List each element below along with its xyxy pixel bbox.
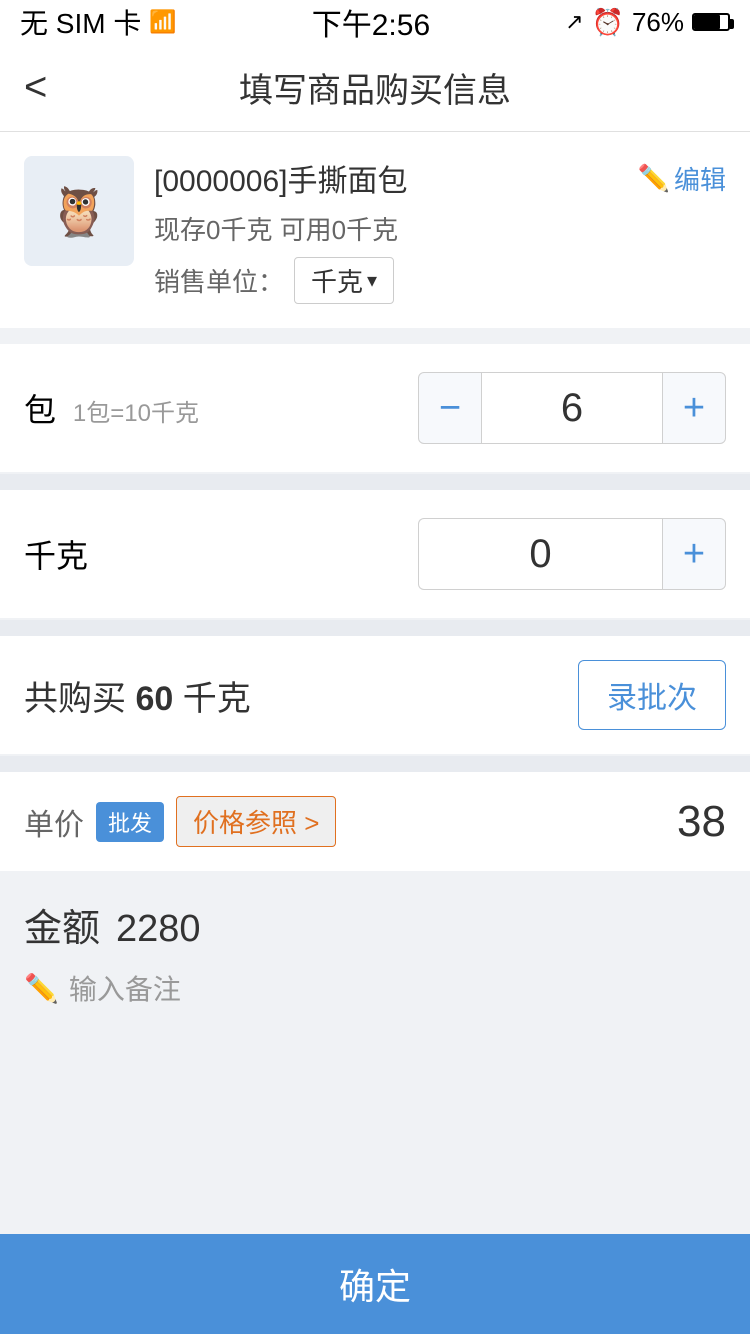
nav-bar: < 填写商品购买信息 bbox=[0, 44, 750, 132]
chevron-down-icon: ▾ bbox=[367, 268, 377, 293]
product-section: 🦉 [0000006]手撕面包 ✏️ 编辑 现存0千克 可用0千克 销售单位： … bbox=[0, 132, 750, 328]
price-label: 单价 bbox=[24, 800, 84, 844]
separator-1 bbox=[0, 474, 750, 490]
status-right: ↗ ⏰ 76% bbox=[565, 7, 730, 38]
product-info: [0000006]手撕面包 ✏️ 编辑 现存0千克 可用0千克 销售单位： 千克… bbox=[154, 156, 726, 304]
bottom-spacer bbox=[0, 1032, 750, 1142]
price-section: 单价 批发 价格参照 > 38 bbox=[0, 772, 750, 871]
total-amount: 60 bbox=[135, 680, 173, 718]
total-text: 共购买 60 千克 bbox=[24, 671, 251, 720]
unit-label: 销售单位： bbox=[154, 262, 284, 299]
alarm-icon: ⏰ bbox=[592, 7, 624, 38]
remark-row[interactable]: ✏️ 输入备注 bbox=[24, 968, 726, 1008]
content: 🦉 [0000006]手撕面包 ✏️ 编辑 现存0千克 可用0千克 销售单位： … bbox=[0, 132, 750, 1142]
amount-label: 金额 bbox=[24, 908, 100, 950]
battery-percent: 76% bbox=[632, 7, 684, 38]
amount-value: 2280 bbox=[116, 908, 201, 950]
price-value: 38 bbox=[677, 797, 726, 847]
status-time: 下午2:56 bbox=[312, 0, 430, 44]
bag-input-section: 包 1包=10千克 − + bbox=[0, 344, 750, 472]
bag-label-row: 包 1包=10千克 bbox=[24, 385, 199, 431]
status-bar: 无 SIM 卡 📶 下午2:56 ↗ ⏰ 76% bbox=[0, 0, 750, 44]
edit-icon: ✏️ bbox=[638, 163, 670, 194]
kg-input-section: 千克 + bbox=[0, 490, 750, 618]
kg-quantity-input[interactable] bbox=[418, 518, 662, 590]
edit-button[interactable]: ✏️ 编辑 bbox=[638, 160, 726, 197]
kg-label: 千克 bbox=[24, 531, 88, 577]
unit-select[interactable]: 千克 ▾ bbox=[294, 257, 394, 304]
location-icon: ↗ bbox=[565, 9, 583, 35]
wifi-icon: 📶 bbox=[149, 9, 176, 35]
total-section: 共购买 60 千克 录批次 bbox=[0, 636, 750, 754]
bag-label: 包 bbox=[24, 392, 56, 428]
bag-quantity-input[interactable] bbox=[482, 372, 662, 444]
product-logo-icon: 🦉 bbox=[49, 183, 109, 240]
bag-plus-button[interactable]: + bbox=[662, 372, 726, 444]
total-unit: 千克 bbox=[183, 680, 251, 718]
price-tag: 批发 bbox=[96, 802, 164, 842]
unit-value: 千克 bbox=[311, 262, 363, 299]
bag-sublabel: 1包=10千克 bbox=[73, 400, 199, 427]
remark-label: 输入备注 bbox=[69, 968, 181, 1008]
pencil-icon: ✏️ bbox=[24, 972, 59, 1005]
edit-label: 编辑 bbox=[674, 160, 726, 197]
page-title: 填写商品购买信息 bbox=[239, 63, 511, 112]
product-name-row: [0000006]手撕面包 ✏️ 编辑 bbox=[154, 156, 726, 200]
record-batch-button[interactable]: 录批次 bbox=[578, 660, 726, 730]
product-code-name: [0000006]手撕面包 bbox=[154, 156, 407, 200]
amount-section: 金额 2280 ✏️ 输入备注 bbox=[0, 873, 750, 1032]
product-image: 🦉 bbox=[24, 156, 134, 266]
amount-text: 金额 2280 bbox=[24, 897, 726, 952]
bag-quantity-control: − + bbox=[418, 372, 726, 444]
kg-plus-button[interactable]: + bbox=[662, 518, 726, 590]
separator-3 bbox=[0, 756, 750, 772]
bag-minus-button[interactable]: − bbox=[418, 372, 482, 444]
price-ref-button[interactable]: 价格参照 > bbox=[176, 796, 336, 847]
carrier-label: 无 SIM 卡 bbox=[20, 2, 141, 42]
status-left: 无 SIM 卡 📶 bbox=[20, 2, 177, 42]
total-label: 共购买 bbox=[24, 680, 126, 718]
battery-icon bbox=[692, 13, 730, 31]
confirm-button[interactable]: 确定 bbox=[0, 1234, 750, 1334]
product-unit-row: 销售单位： 千克 ▾ bbox=[154, 257, 726, 304]
product-stock: 现存0千克 可用0千克 bbox=[154, 210, 726, 247]
separator-2 bbox=[0, 620, 750, 636]
back-button[interactable]: < bbox=[24, 65, 47, 110]
kg-quantity-control: + bbox=[418, 518, 726, 590]
